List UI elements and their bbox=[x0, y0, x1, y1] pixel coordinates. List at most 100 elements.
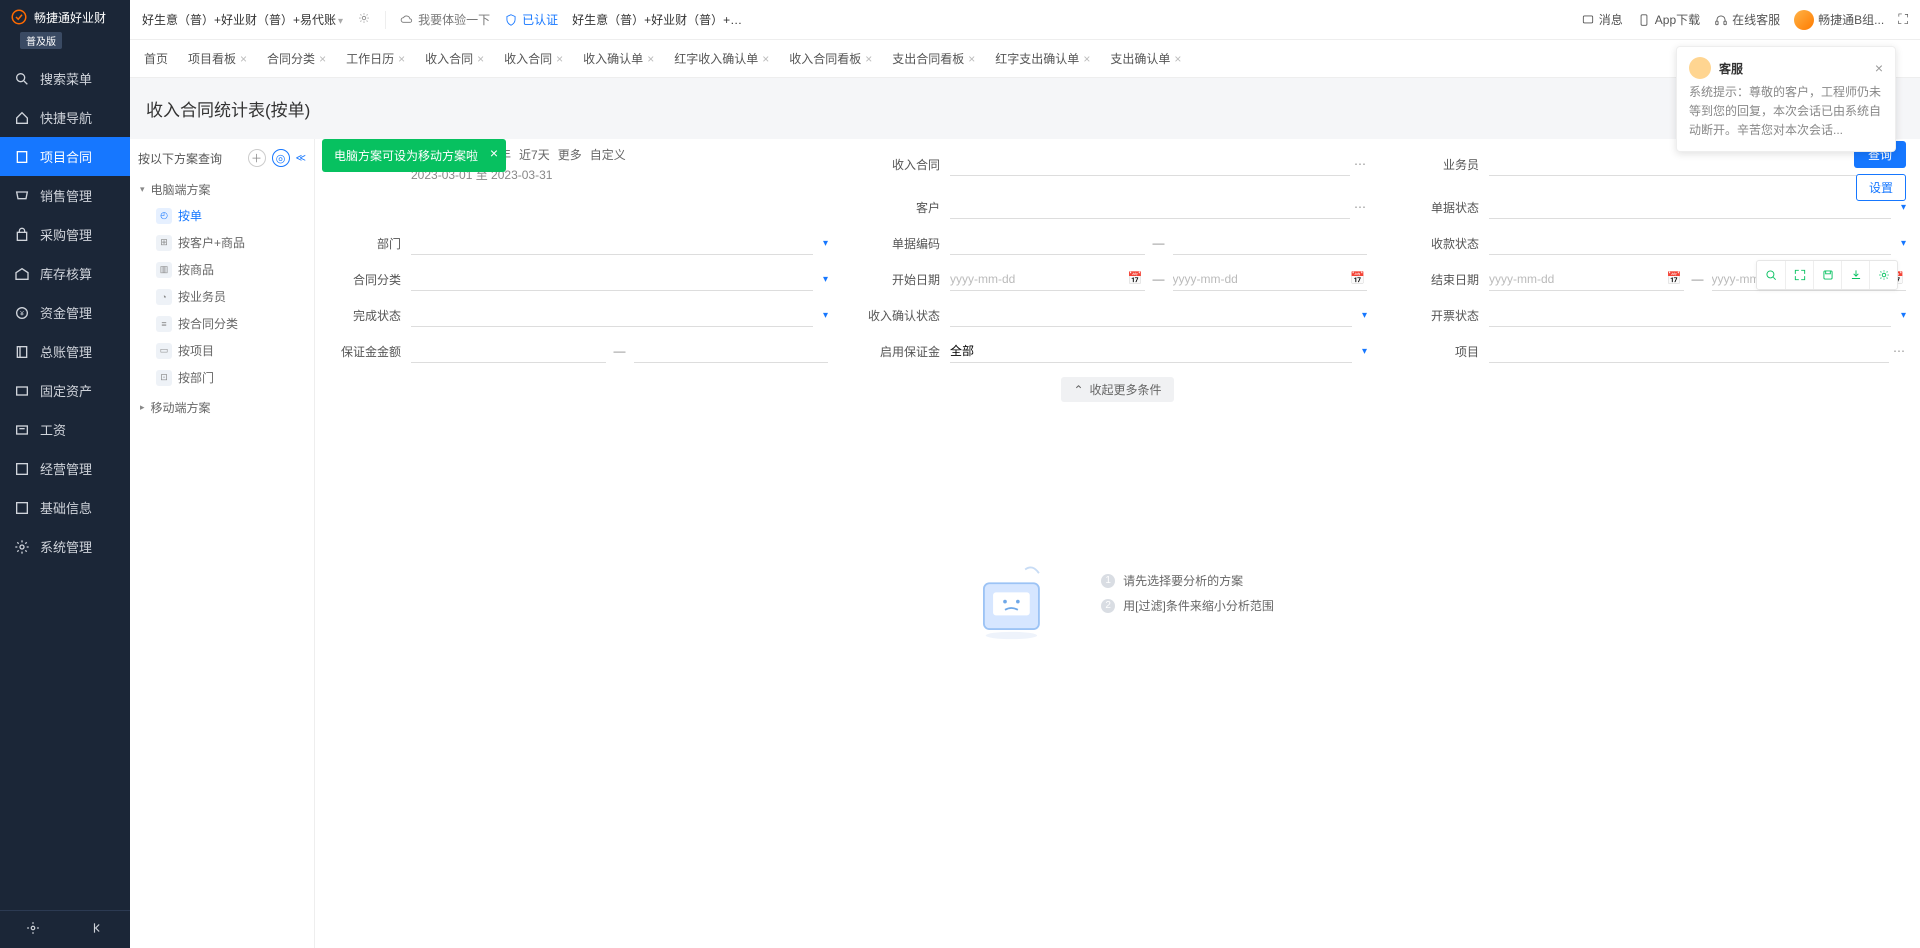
input-customer[interactable] bbox=[950, 195, 1350, 219]
tab-close-button[interactable]: × bbox=[865, 52, 872, 66]
input-salesman[interactable] bbox=[1489, 152, 1889, 176]
scheme-item[interactable]: ◴按单 bbox=[152, 202, 306, 229]
tab-close-button[interactable]: × bbox=[968, 52, 975, 66]
settings-button[interactable] bbox=[0, 911, 65, 948]
more-icon[interactable]: ⋯ bbox=[1354, 157, 1367, 171]
tab-item[interactable]: 收入合同× bbox=[494, 40, 573, 77]
chevron-down-icon[interactable]: ▾ bbox=[1356, 310, 1367, 321]
select-collect-status[interactable] bbox=[1489, 231, 1891, 255]
input-end-from[interactable] bbox=[1489, 267, 1684, 291]
collapse-more-button[interactable]: ⌃收起更多条件 bbox=[1061, 377, 1173, 402]
calendar-icon[interactable]: 📅 bbox=[1667, 271, 1682, 285]
chevron-down-icon[interactable]: ▾ bbox=[817, 238, 828, 249]
select-use-deposit[interactable] bbox=[950, 339, 1352, 363]
sidebar-item-assets[interactable]: 固定资产 bbox=[0, 371, 130, 410]
sidebar-item-shortcut[interactable]: 快捷导航 bbox=[0, 98, 130, 137]
scheme-item[interactable]: ▥按商品 bbox=[152, 256, 306, 283]
tab-item[interactable]: 收入合同× bbox=[415, 40, 494, 77]
collapse-sidebar-button[interactable] bbox=[65, 911, 130, 948]
tab-close-button[interactable]: × bbox=[647, 52, 654, 66]
input-deposit-from[interactable] bbox=[411, 339, 606, 363]
scheme-item[interactable]: ▭按项目 bbox=[152, 337, 306, 364]
tab-item[interactable]: 红字支出确认单× bbox=[985, 40, 1100, 77]
tool-app[interactable]: App下载 bbox=[1637, 11, 1700, 28]
sidebar-item-sales[interactable]: 销售管理 bbox=[0, 176, 130, 215]
sidebar-item-operation[interactable]: 经营管理 bbox=[0, 449, 130, 488]
try-link[interactable]: 我要体验一下 bbox=[400, 11, 490, 28]
breadcrumb[interactable]: 好生意（普）+好业财（普）+易代账▾ bbox=[142, 11, 343, 28]
tool-kefu[interactable]: 在线客服 bbox=[1714, 11, 1780, 28]
tab-close-button[interactable]: × bbox=[762, 52, 769, 66]
select-bill-status[interactable] bbox=[1489, 195, 1891, 219]
calendar-icon[interactable]: 📅 bbox=[1350, 271, 1365, 285]
more-icon[interactable]: ⋯ bbox=[1354, 200, 1367, 214]
tab-close-button[interactable]: × bbox=[556, 52, 563, 66]
tab-close-button[interactable]: × bbox=[1174, 52, 1181, 66]
scheme-item[interactable]: ⊞按客户+商品 bbox=[152, 229, 306, 256]
sidebar-item-search[interactable]: 搜索菜单 bbox=[0, 59, 130, 98]
sidebar-item-system[interactable]: 系统管理 bbox=[0, 527, 130, 566]
scheme-target-button[interactable]: ◎ bbox=[272, 149, 290, 167]
float-settings[interactable] bbox=[1869, 261, 1897, 289]
input-income-contract[interactable] bbox=[950, 152, 1350, 176]
date-tab-more[interactable]: 更多 bbox=[558, 146, 582, 163]
scheme-item[interactable]: ≡按合同分类 bbox=[152, 310, 306, 337]
tab-item[interactable]: 工作日历× bbox=[336, 40, 415, 77]
verified-badge[interactable]: 已认证 bbox=[504, 11, 558, 28]
input-deposit-to[interactable] bbox=[634, 339, 829, 363]
select-income-confirm[interactable] bbox=[950, 303, 1352, 327]
chevron-down-icon[interactable]: ▾ bbox=[1895, 238, 1906, 249]
tab-item[interactable]: 支出合同看板× bbox=[882, 40, 985, 77]
float-expand[interactable] bbox=[1785, 261, 1813, 289]
tab-item[interactable]: 红字收入确认单× bbox=[664, 40, 779, 77]
chevron-down-icon[interactable]: ▾ bbox=[1895, 202, 1906, 213]
tool-message[interactable]: 消息 bbox=[1581, 11, 1623, 28]
sidebar-item-salary[interactable]: 工资 bbox=[0, 410, 130, 449]
add-scheme-button[interactable]: ＋ bbox=[248, 149, 266, 167]
tab-item[interactable]: 支出确认单× bbox=[1100, 40, 1191, 77]
tab-item[interactable]: 首页 bbox=[134, 40, 178, 77]
fullscreen-button[interactable]: ⛶ bbox=[1898, 11, 1908, 28]
tab-item[interactable]: 收入确认单× bbox=[573, 40, 664, 77]
tab-item[interactable]: 项目看板× bbox=[178, 40, 257, 77]
scheme-item[interactable]: ⊡按部门 bbox=[152, 364, 306, 391]
scheme-item[interactable]: ◔按业务员 bbox=[152, 283, 306, 310]
more-icon[interactable]: ⋯ bbox=[1893, 344, 1906, 358]
user-menu[interactable]: 畅捷通B组... bbox=[1794, 10, 1884, 30]
select-contract-cat[interactable] bbox=[411, 267, 813, 291]
sidebar-item-ledger[interactable]: 总账管理 bbox=[0, 332, 130, 371]
input-project[interactable] bbox=[1489, 339, 1889, 363]
scheme-group-pc[interactable]: ▾电脑端方案 bbox=[138, 177, 306, 202]
date-tab-custom[interactable]: 自定义 bbox=[590, 146, 626, 163]
chevron-down-icon[interactable]: ▾ bbox=[817, 274, 828, 285]
calendar-icon[interactable]: 📅 bbox=[1128, 271, 1143, 285]
filter-settings-button[interactable]: 设置 bbox=[1856, 174, 1906, 201]
input-start-from[interactable] bbox=[950, 267, 1145, 291]
float-save[interactable] bbox=[1813, 261, 1841, 289]
tab-close-button[interactable]: × bbox=[477, 52, 484, 66]
chevron-down-icon[interactable]: ▾ bbox=[1356, 346, 1367, 357]
tab-close-button[interactable]: × bbox=[240, 52, 247, 66]
tab-item[interactable]: 收入合同看板× bbox=[779, 40, 882, 77]
sidebar-item-purchase[interactable]: 采购管理 bbox=[0, 215, 130, 254]
float-export[interactable] bbox=[1841, 261, 1869, 289]
select-dept[interactable] bbox=[411, 231, 813, 255]
select-invoice-status[interactable] bbox=[1489, 303, 1891, 327]
topbar-gear[interactable] bbox=[357, 11, 371, 28]
select-complete-status[interactable] bbox=[411, 303, 813, 327]
chevron-down-icon[interactable]: ▾ bbox=[817, 310, 828, 321]
scheme-group-mobile[interactable]: ▸移动端方案 bbox=[138, 395, 306, 420]
chevron-down-icon[interactable]: ▾ bbox=[1895, 310, 1906, 321]
tab-close-button[interactable]: × bbox=[1083, 52, 1090, 66]
input-start-to[interactable] bbox=[1173, 267, 1368, 291]
sidebar-item-finance[interactable]: ¥资金管理 bbox=[0, 293, 130, 332]
date-tab-7d[interactable]: 近7天 bbox=[519, 146, 550, 163]
sidebar-item-stock[interactable]: 库存核算 bbox=[0, 254, 130, 293]
close-tip-button[interactable]: × bbox=[490, 145, 498, 161]
input-bill-no-from[interactable] bbox=[950, 231, 1145, 255]
float-refresh[interactable] bbox=[1757, 261, 1785, 289]
tab-close-button[interactable]: × bbox=[398, 52, 405, 66]
input-bill-no-to[interactable] bbox=[1173, 231, 1368, 255]
sidebar-item-project-contract[interactable]: 项目合同 bbox=[0, 137, 130, 176]
tab-close-button[interactable]: × bbox=[319, 52, 326, 66]
